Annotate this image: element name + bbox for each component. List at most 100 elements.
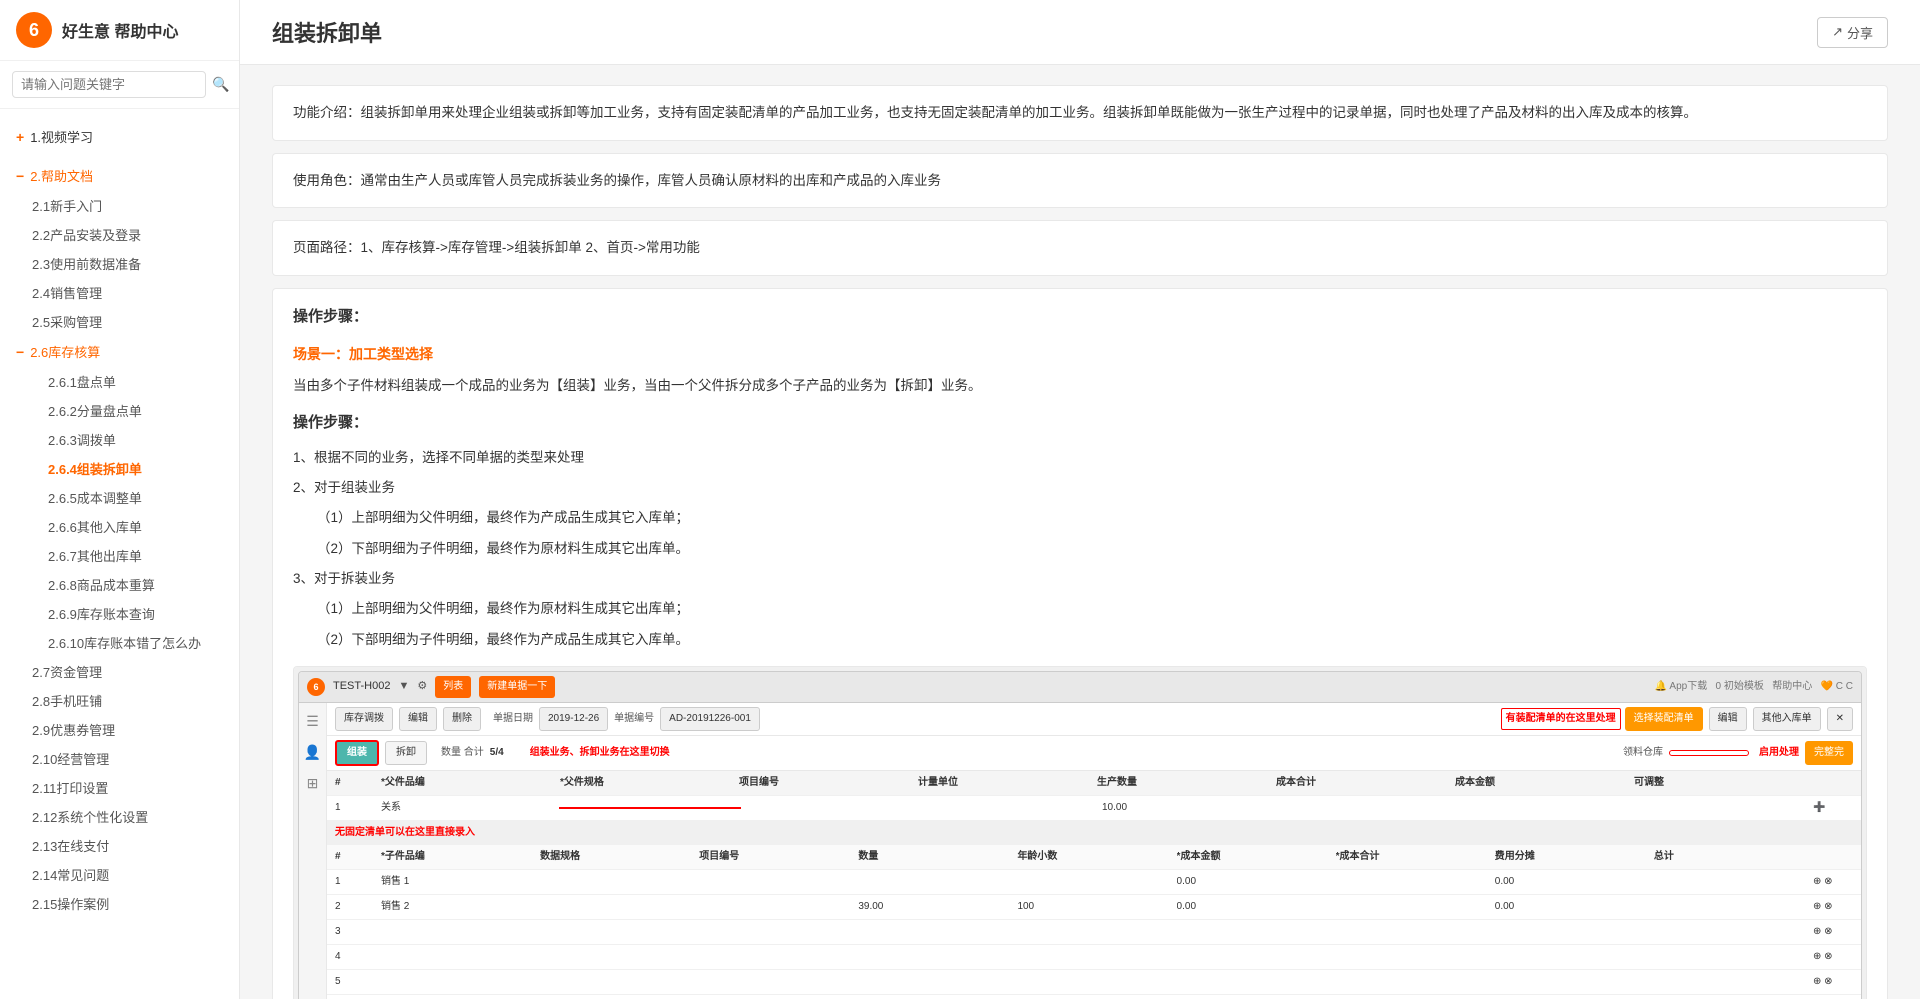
sub-col-sum: 总计 (1654, 848, 1807, 866)
toolbar-btn-close[interactable]: ✕ (1827, 707, 1853, 731)
sidebar-item-sales[interactable]: 2.4销售管理 (0, 278, 239, 307)
side-icon-3: ⊞ (307, 771, 319, 796)
sidebar-item-assembly[interactable]: 2.6.4组装拆卸单 (0, 454, 239, 483)
app-topbar-btn-new[interactable]: 新建单据一下 (479, 676, 555, 698)
sidebar-item-video[interactable]: + 1.视频学习 (0, 121, 239, 152)
toolbar-btn-extra2[interactable]: 其他入库单 (1753, 707, 1821, 731)
intro-text: 功能介绍：组装拆卸单用来处理企业组装或拆卸等加工业务，支持有固定装配清单的产品加… (293, 105, 1697, 120)
cell-action[interactable]: ➕ (1813, 799, 1853, 817)
cell-num: 1 (335, 799, 375, 817)
sidebar-item-stock-ledger[interactable]: 2.6.9库存账本查询 (0, 599, 239, 628)
sidebar-item-transfer[interactable]: 2.6.3调拨单 (0, 425, 239, 454)
type-btn-disassembly[interactable]: 拆卸 (385, 741, 427, 765)
col-project: 项目编号 (739, 774, 912, 792)
sub-col-age: 年龄小数 (1017, 848, 1170, 866)
sidebar-item-coupon[interactable]: 2.9优惠券管理 (0, 715, 239, 744)
sidebar-item-ops[interactable]: 2.10经营管理 (0, 744, 239, 773)
warning-area: 有装配清单的在这里处理 选择装配清单 (1501, 707, 1703, 731)
sub-col-alloc: 费用分摊 (1495, 848, 1648, 866)
sidebar-item-mobile[interactable]: 2.8手机旺铺 (0, 686, 239, 715)
toolbar-date-value[interactable]: 2019-12-26 (539, 707, 608, 731)
sidebar-item-docs[interactable]: − 2.帮助文档 (0, 160, 239, 191)
sidebar-item-inventory[interactable]: − 2.6库存核算 (0, 336, 239, 367)
sidebar-item-newbie[interactable]: 2.1新手入门 (0, 191, 239, 220)
toolbar-btn-edit[interactable]: 编辑 (399, 707, 437, 731)
sidebar: 6 好生意 帮助中心 🔍 + 1.视频学习 − 2.帮助文档 2.1新手入门 2… (0, 0, 240, 999)
sidebar-item-data-prep[interactable]: 2.3使用前数据准备 (0, 249, 239, 278)
toolbar-btn-extra1[interactable]: 编辑 (1709, 707, 1747, 731)
app-topbar: 6 TEST-H002 ▼ ⚙ 列表 新建单据一下 🔔 App下载 0 初始模板… (299, 672, 1861, 703)
nav-section-video: + 1.视频学习 (0, 117, 239, 156)
app-sub-grid-header: # *子件品编 数据规格 项目编号 数量 年龄小数 *成本金额 *成本合计 费用… (327, 845, 1861, 870)
col-parent-sku: *父件品编 (381, 774, 554, 792)
nav-section-docs: − 2.帮助文档 2.1新手入门 2.2产品安装及登录 2.3使用前数据准备 2… (0, 156, 239, 922)
sub-col-project: 项目编号 (699, 848, 852, 866)
col-cost-amt: 成本金额 (1455, 774, 1628, 792)
sidebar-item-partial-stocktake[interactable]: 2.6.2分量盘点单 (0, 396, 239, 425)
sidebar-item-stocktake[interactable]: 2.6.1盘点单 (0, 367, 239, 396)
app-sub-row-6: 6 ⊕ ⊗ (327, 995, 1861, 999)
dropdown-icon: ▼ (398, 677, 409, 697)
col-num: # (335, 774, 375, 792)
order-label: 单据编号 (614, 710, 654, 728)
toolbar-btn-select-bom[interactable]: 选择装配清单 (1625, 707, 1703, 731)
sidebar-item-other-in[interactable]: 2.6.6其他入库单 (0, 512, 239, 541)
app-form-toolbar: 库存调拨 编辑 删除 单据日期 2019-12-26 单据编号 AD-20191… (327, 703, 1861, 736)
annotation-no-fixed: 无固定清单可以在这里直接录入 (335, 824, 475, 842)
site-title: 好生意 帮助中心 (62, 18, 178, 42)
sidebar-item-ledger-fix[interactable]: 2.6.10库存账本错了怎么办 (0, 628, 239, 657)
share-button[interactable]: ↗ 分享 (1817, 17, 1888, 48)
search-icon[interactable]: 🔍 (212, 76, 229, 93)
annotation-assembly-area: 组装业务、拆卸业务在这里切换 (530, 743, 670, 763)
sidebar-item-online-pay[interactable]: 2.13在线支付 (0, 831, 239, 860)
sidebar-item-customize[interactable]: 2.12系统个性化设置 (0, 802, 239, 831)
toolbar-btn-transfer[interactable]: 库存调拨 (335, 707, 393, 731)
cell-prod-qty: 10.00 (1102, 799, 1274, 817)
screenshot-container: 6 TEST-H002 ▼ ⚙ 列表 新建单据一下 🔔 App下载 0 初始模板… (293, 666, 1867, 999)
sidebar-item-cost-adjust[interactable]: 2.6.5成本调整单 (0, 483, 239, 512)
main-header: 组装拆卸单 ↗ 分享 (240, 0, 1920, 65)
warehouse-label: 领料仓库 (1623, 744, 1663, 762)
step2-sub1: （1）上部明细为父件明细，最终作为产成品生成其它入库单； (317, 506, 1867, 530)
ops-steps-heading: 操作步骤： (293, 409, 1867, 436)
app-upper-grid-header: # *父件品编 *父件规格 项目编号 计量单位 生产数量 成本合计 成本金额 可… (327, 771, 1861, 796)
app-form-area: 库存调拨 编辑 删除 单据日期 2019-12-26 单据编号 AD-20191… (327, 703, 1861, 999)
sidebar-item-print[interactable]: 2.11打印设置 (0, 773, 239, 802)
sidebar-item-cost-recalc[interactable]: 2.6.8商品成本重算 (0, 570, 239, 599)
main-content: 组装拆卸单 ↗ 分享 功能介绍：组装拆卸单用来处理企业组装或拆卸等加工业务，支持… (240, 0, 1920, 999)
sidebar-item-label: 2.帮助文档 (30, 166, 93, 185)
sidebar-item-install[interactable]: 2.2产品安装及登录 (0, 220, 239, 249)
app-side-icons: ☰ 👤 ⊞ (299, 703, 327, 999)
confirm-btn[interactable]: 完整完 (1805, 741, 1853, 765)
step3: 3、对于拆装业务 (293, 567, 1867, 591)
sidebar-item-faq[interactable]: 2.14常见问题 (0, 860, 239, 889)
app-type-row: 组装 拆卸 数量 合计 5/4 组装业务、拆卸业务在这里切换 (327, 736, 1861, 771)
app-sub-row-2: 2 销售 2 39.00 100 0.00 0.00 (327, 895, 1861, 920)
sidebar-item-other-out[interactable]: 2.6.7其他出库单 (0, 541, 239, 570)
app-sub-row-4: 4 ⊕ ⊗ (327, 945, 1861, 970)
refresh-icon: ⚙ (417, 677, 427, 697)
sidebar-header: 6 好生意 帮助中心 (0, 0, 239, 61)
sidebar-item-purchase[interactable]: 2.5采购管理 (0, 307, 239, 336)
app-screenshot: 6 TEST-H002 ▼ ⚙ 列表 新建单据一下 🔔 App下载 0 初始模板… (298, 671, 1862, 999)
share-icon: ↗ (1832, 24, 1843, 40)
app-topbar-icons: 🔔 App下载 0 初始模板 帮助中心 🧡 C C (1655, 678, 1853, 696)
ops-block: 操作步骤： 场景一：加工类型选择 当由多个子件材料组装成一个成品的业务为【组装】… (272, 288, 1888, 999)
toolbar-order-value[interactable]: AD-20191226-001 (660, 707, 760, 731)
cell-parent-spec[interactable] (559, 807, 741, 809)
warehouse-input[interactable] (1669, 750, 1749, 756)
qty-value: 5/4 (490, 744, 504, 762)
type-btn-assembly[interactable]: 组装 (335, 740, 379, 766)
app-topbar-id: TEST-H002 (333, 677, 390, 697)
cell-parent-sku: 关系 (381, 799, 553, 817)
annotation-no-fixed-row: 无固定清单可以在这里直接录入 (327, 821, 1861, 845)
annotation-enable: 启用处理 (1759, 744, 1799, 762)
sidebar-item-cases[interactable]: 2.15操作案例 (0, 889, 239, 918)
side-icon-2: 👤 (304, 740, 321, 765)
sidebar-item-capital[interactable]: 2.7资金管理 (0, 657, 239, 686)
toolbar-btn-delete[interactable]: 删除 (443, 707, 481, 731)
col-parent-spec: *父件规格 (560, 774, 733, 792)
search-input[interactable] (12, 71, 206, 98)
app-topbar-btn-list[interactable]: 列表 (435, 676, 471, 698)
warning-text: 有装配清单的在这里处理 (1501, 708, 1621, 730)
